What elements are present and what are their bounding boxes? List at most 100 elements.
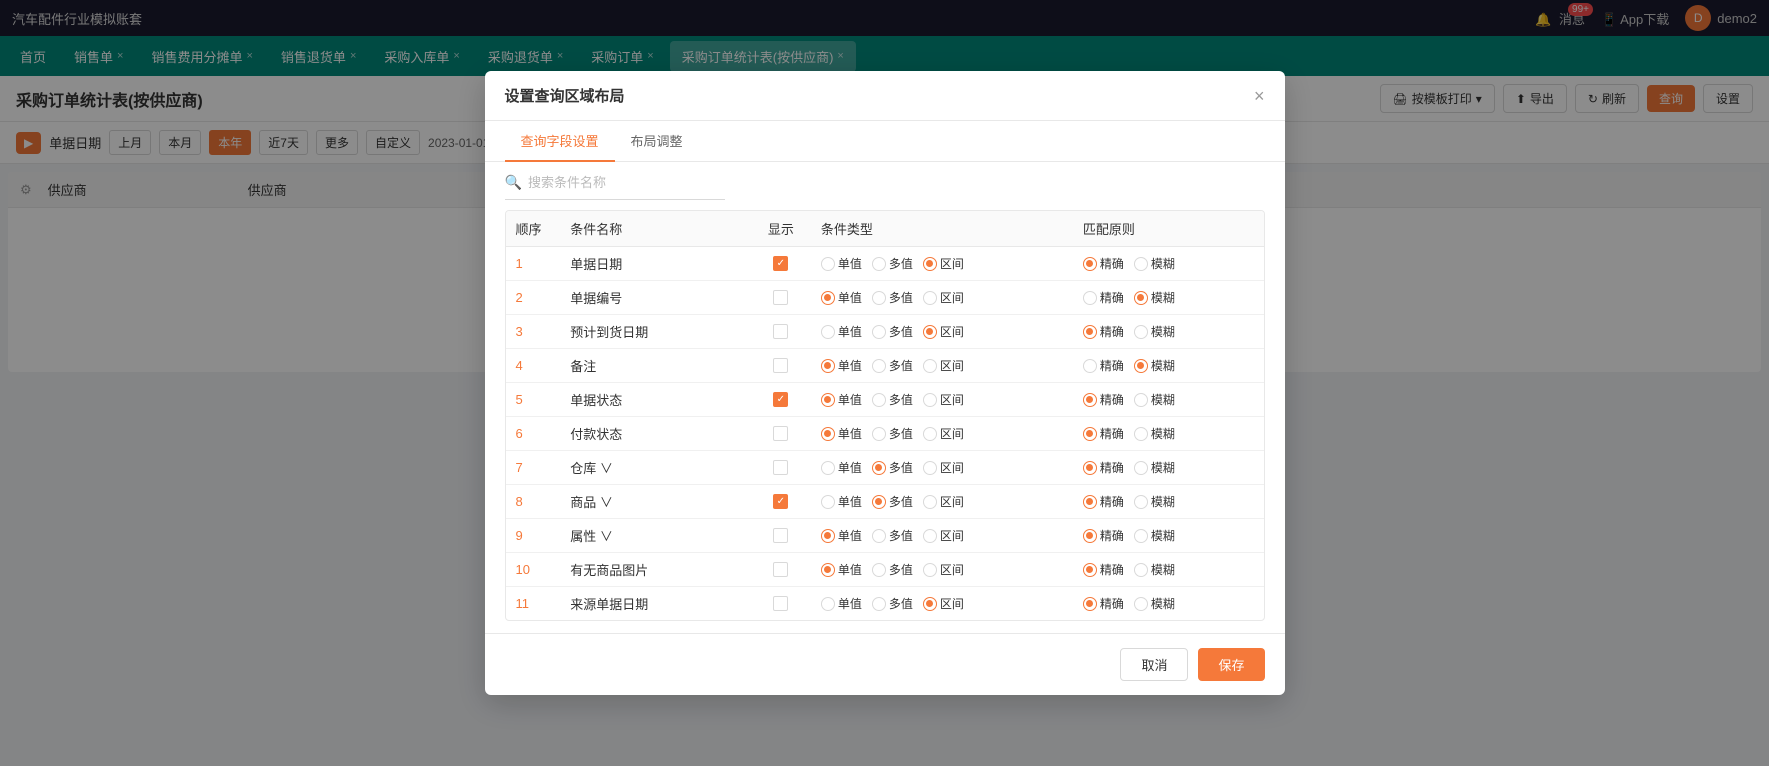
match-radio-模糊[interactable]: 模糊 (1134, 391, 1175, 408)
match-radio-模糊[interactable]: 模糊 (1134, 289, 1175, 306)
type-radio-多值[interactable]: 多值 (872, 493, 913, 510)
table-row: 6付款状态单值多值区间精确模糊 (506, 417, 1264, 451)
type-radio-区间[interactable]: 区间 (923, 493, 964, 510)
match-radio-精确[interactable]: 精确 (1083, 493, 1124, 510)
display-checkbox[interactable] (773, 358, 788, 373)
radio-label: 区间 (940, 493, 964, 510)
type-radio-单值[interactable]: 单值 (821, 493, 862, 510)
type-radio-多值[interactable]: 多值 (872, 357, 913, 374)
match-radio-模糊[interactable]: 模糊 (1134, 595, 1175, 612)
display-checkbox[interactable]: ✓ (773, 494, 788, 509)
display-checkbox[interactable] (773, 324, 788, 339)
type-radio-多值[interactable]: 多值 (872, 425, 913, 442)
match-radio-模糊[interactable]: 模糊 (1134, 425, 1175, 442)
type-radio-区间[interactable]: 区间 (923, 323, 964, 340)
type-radio-多值[interactable]: 多值 (872, 595, 913, 612)
type-radio-区间[interactable]: 区间 (923, 391, 964, 408)
radio-label: 单值 (838, 425, 862, 442)
type-radio-多值[interactable]: 多值 (872, 391, 913, 408)
tab-query-fields[interactable]: 查询字段设置 (505, 121, 615, 162)
modal-close-button[interactable]: × (1254, 87, 1265, 105)
radio-label: 多值 (889, 595, 913, 612)
display-checkbox[interactable] (773, 528, 788, 543)
type-radio-单值[interactable]: 单值 (821, 289, 862, 306)
name-cell: 付款状态 (560, 417, 751, 451)
type-radio-单值[interactable]: 单值 (821, 527, 862, 544)
type-radio-多值[interactable]: 多值 (872, 527, 913, 544)
match-radio-模糊[interactable]: 模糊 (1134, 527, 1175, 544)
match-radio-精确[interactable]: 精确 (1083, 391, 1124, 408)
type-radio-多值[interactable]: 多值 (872, 289, 913, 306)
type-radio-多值[interactable]: 多值 (872, 459, 913, 476)
match-radio-精确[interactable]: 精确 (1083, 425, 1124, 442)
type-radio-区间[interactable]: 区间 (923, 527, 964, 544)
save-button[interactable]: 保存 (1198, 648, 1264, 681)
type-radio-多值[interactable]: 多值 (872, 255, 913, 272)
match-radio-模糊[interactable]: 模糊 (1134, 459, 1175, 476)
display-checkbox[interactable] (773, 596, 788, 611)
type-radio-区间[interactable]: 区间 (923, 255, 964, 272)
radio-dot (872, 393, 886, 407)
display-checkbox[interactable] (773, 290, 788, 305)
type-radio-多值[interactable]: 多值 (872, 323, 913, 340)
display-checkbox[interactable]: ✓ (773, 392, 788, 407)
display-checkbox[interactable] (773, 562, 788, 577)
match-radio-精确[interactable]: 精确 (1083, 357, 1124, 374)
type-radio-单值[interactable]: 单值 (821, 391, 862, 408)
match-radio-模糊[interactable]: 模糊 (1134, 561, 1175, 578)
match-radio-精确[interactable]: 精确 (1083, 595, 1124, 612)
type-cell: 单值多值区间 (811, 553, 1073, 587)
radio-dot (1083, 359, 1097, 373)
radio-label: 精确 (1100, 357, 1124, 374)
match-radio-精确[interactable]: 精确 (1083, 561, 1124, 578)
type-radio-单值[interactable]: 单值 (821, 357, 862, 374)
condition-search-input[interactable] (528, 175, 725, 190)
match-cell: 精确模糊 (1073, 553, 1264, 587)
match-radio-模糊[interactable]: 模糊 (1134, 493, 1175, 510)
type-radio-区间[interactable]: 区间 (923, 595, 964, 612)
match-radio-group: 精确模糊 (1083, 357, 1254, 374)
radio-label: 精确 (1100, 527, 1124, 544)
type-radio-group: 单值多值区间 (821, 289, 1063, 306)
type-radio-单值[interactable]: 单值 (821, 595, 862, 612)
type-radio-多值[interactable]: 多值 (872, 561, 913, 578)
type-radio-区间[interactable]: 区间 (923, 425, 964, 442)
type-radio-区间[interactable]: 区间 (923, 289, 964, 306)
match-radio-模糊[interactable]: 模糊 (1134, 323, 1175, 340)
display-checkbox[interactable] (773, 426, 788, 441)
display-checkbox[interactable] (773, 460, 788, 475)
type-radio-单值[interactable]: 单值 (821, 323, 862, 340)
type-radio-单值[interactable]: 单值 (821, 561, 862, 578)
col-seq-header: 顺序 (506, 211, 561, 247)
tab-layout[interactable]: 布局调整 (615, 121, 699, 162)
type-radio-单值[interactable]: 单值 (821, 255, 862, 272)
radio-dot (1083, 291, 1097, 305)
type-radio-单值[interactable]: 单值 (821, 425, 862, 442)
match-radio-精确[interactable]: 精确 (1083, 255, 1124, 272)
settings-table: 顺序 条件名称 显示 条件类型 匹配原则 1单据日期✓单值多值区间精确模糊2单据… (505, 210, 1265, 621)
seq-cell: 2 (506, 281, 561, 315)
radio-label: 精确 (1100, 289, 1124, 306)
type-radio-区间[interactable]: 区间 (923, 357, 964, 374)
match-radio-精确[interactable]: 精确 (1083, 527, 1124, 544)
type-cell: 单值多值区间 (811, 247, 1073, 281)
match-radio-精确[interactable]: 精确 (1083, 459, 1124, 476)
match-radio-group: 精确模糊 (1083, 493, 1254, 510)
match-radio-group: 精确模糊 (1083, 255, 1254, 272)
match-radio-模糊[interactable]: 模糊 (1134, 255, 1175, 272)
type-radio-单值[interactable]: 单值 (821, 459, 862, 476)
match-radio-精确[interactable]: 精确 (1083, 323, 1124, 340)
match-radio-精确[interactable]: 精确 (1083, 289, 1124, 306)
cancel-button[interactable]: 取消 (1120, 648, 1188, 681)
match-radio-模糊[interactable]: 模糊 (1134, 357, 1175, 374)
type-radio-区间[interactable]: 区间 (923, 561, 964, 578)
seq-cell: 3 (506, 315, 561, 349)
radio-label: 多值 (889, 493, 913, 510)
radio-label: 多值 (889, 425, 913, 442)
type-cell: 单值多值区间 (811, 383, 1073, 417)
type-radio-区间[interactable]: 区间 (923, 459, 964, 476)
name-cell: 来源单据日期 (560, 587, 751, 621)
display-checkbox[interactable]: ✓ (773, 256, 788, 271)
radio-label: 区间 (940, 323, 964, 340)
match-cell: 精确模糊 (1073, 451, 1264, 485)
